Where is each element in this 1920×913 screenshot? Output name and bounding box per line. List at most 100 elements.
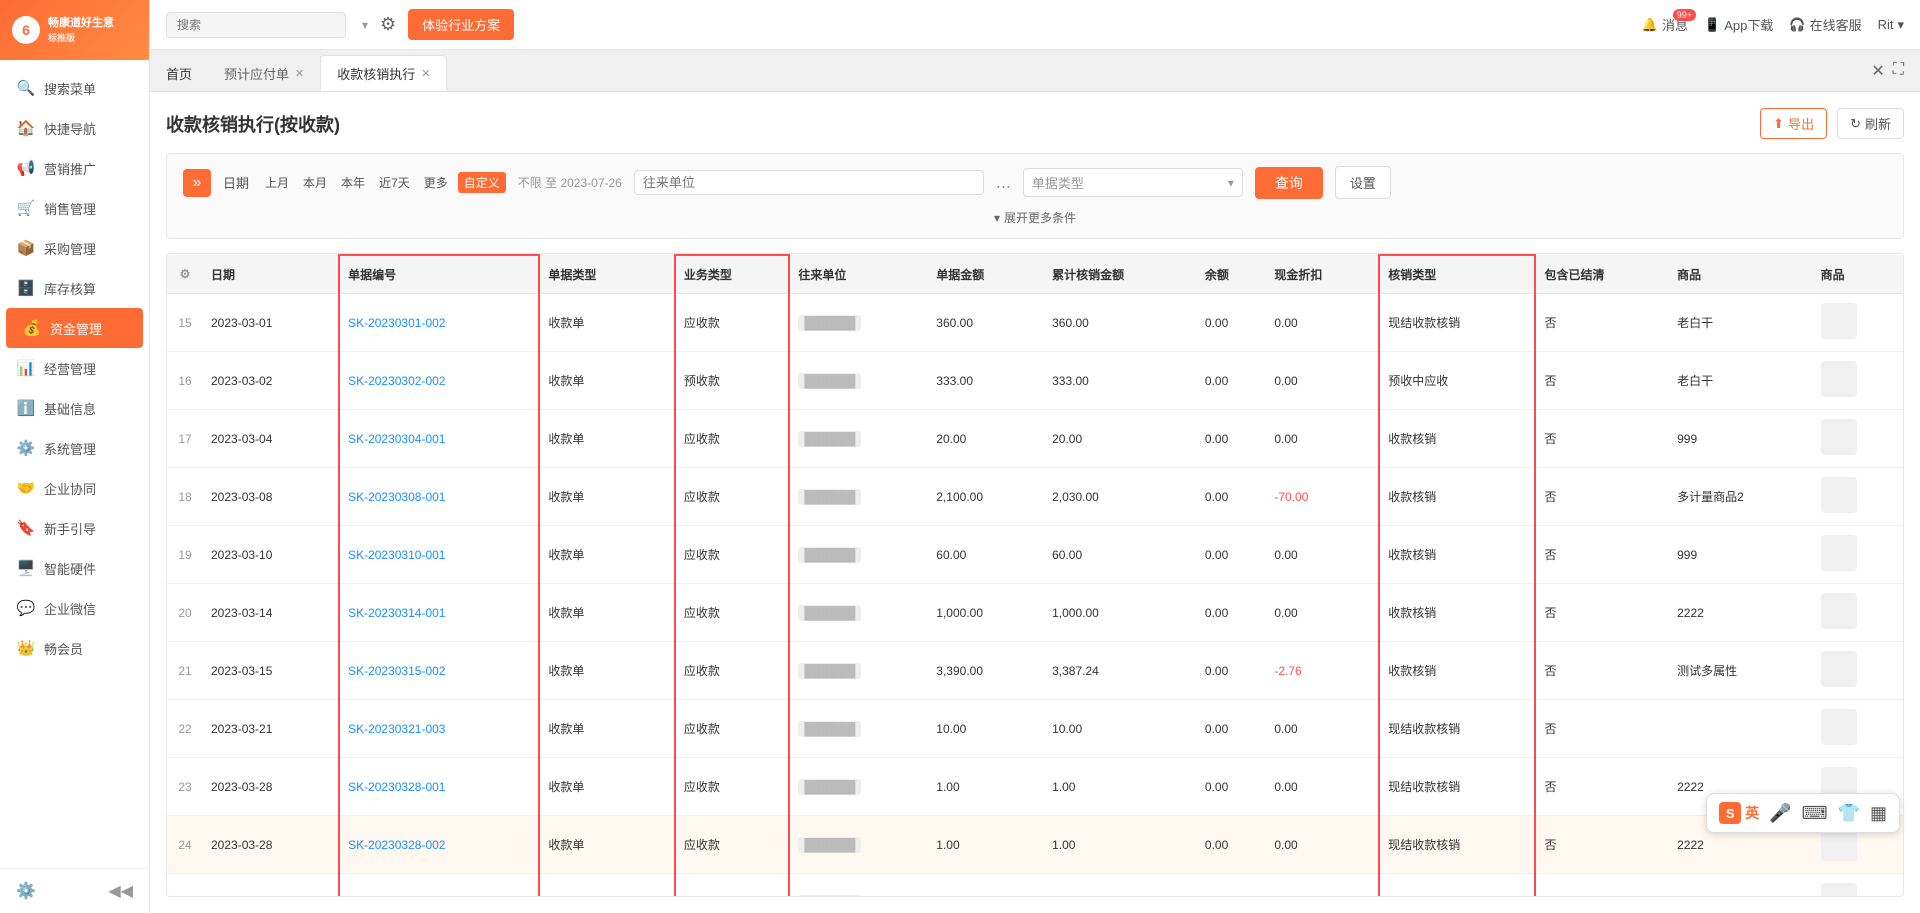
float-mic-icon[interactable]: 🎤 <box>1769 803 1791 824</box>
row-date: 2023-03-28 <box>203 758 339 816</box>
date-range: 不限 至 2023-07-26 <box>518 174 622 191</box>
float-keyboard-icon[interactable]: ⌨ <box>1802 803 1828 824</box>
bill-type-select[interactable]: 单据类型 ▾ <box>1023 168 1243 197</box>
bill-no-link[interactable]: SK-20230328-002 <box>348 838 445 852</box>
date-this-month[interactable]: 本月 <box>299 172 331 193</box>
search-input[interactable] <box>166 12 346 38</box>
row-product: 测试多属性 <box>1669 642 1813 700</box>
tab-expand-icon[interactable]: ⛶ <box>1893 61 1904 81</box>
tab-payable[interactable]: 预计应付单 ✕ <box>208 55 320 91</box>
row-writeoff: 3,387.24 <box>1044 642 1197 700</box>
sidebar-item-system[interactable]: ⚙️ 系统管理 <box>0 428 149 468</box>
sidebar-item-inventory[interactable]: 🗄️ 库存核算 <box>0 268 149 308</box>
row-amount: 1.00 <box>928 816 1044 874</box>
sidebar-item-label: 智能硬件 <box>44 559 96 578</box>
user-name: Rit <box>1878 17 1894 32</box>
more-conditions-icon[interactable]: ... <box>996 172 1011 193</box>
refresh-button[interactable]: ↻ 刷新 <box>1837 108 1904 139</box>
row-num: 22 <box>167 700 203 758</box>
row-num: 19 <box>167 526 203 584</box>
date-last-month[interactable]: 上月 <box>261 172 293 193</box>
bill-no-link[interactable]: SK-20230304-001 <box>348 432 445 446</box>
float-grid-icon[interactable]: ▦ <box>1870 803 1887 824</box>
message-item[interactable]: 🔔 消息 99+ <box>1642 15 1688 34</box>
sidebar-item-operations[interactable]: 📊 经营管理 <box>0 348 149 388</box>
row-amount: 360.00 <box>928 294 1044 352</box>
header-search-wrap <box>166 12 346 38</box>
tab-collection[interactable]: 收款核销执行 ✕ <box>320 55 447 91</box>
data-table-wrap: ⚙ 日期 单据编号 单据类型 业务类型 往来单位 单据金额 累计核销金额 余额 … <box>166 253 1904 897</box>
row-partner: ██████ <box>789 410 928 468</box>
bill-no-link[interactable]: SK-20230328-001 <box>348 780 445 794</box>
table-body: 15 2023-03-01 SK-20230301-002 收款单 应收款 ██… <box>167 294 1903 898</box>
col-writeoff-type: 核销类型 <box>1379 255 1535 294</box>
row-product: 多计量商品2 <box>1669 468 1813 526</box>
row-product2 <box>1813 874 1903 898</box>
tab-payable-close-icon[interactable]: ✕ <box>295 67 304 80</box>
row-writeoff: 360.00 <box>1044 294 1197 352</box>
app-download-item[interactable]: 📱 App下载 <box>1704 15 1773 34</box>
row-date: 2023-03-02 <box>203 352 339 410</box>
bill-no-link[interactable]: SK-20230310-001 <box>348 548 445 562</box>
date-custom[interactable]: 自定义 <box>458 172 506 193</box>
partner-input[interactable] <box>643 175 975 190</box>
expand-more-icon: ▾ <box>994 211 1000 225</box>
sidebar-item-wechat[interactable]: 💬 企业微信 <box>0 588 149 628</box>
partner-input-wrap <box>634 170 984 195</box>
bill-no-link[interactable]: SK-20230302-002 <box>348 374 445 388</box>
date-more[interactable]: 更多 <box>420 172 452 193</box>
filter-toggle-button[interactable]: » <box>183 169 211 197</box>
solution-button[interactable]: 体验行业方案 <box>408 9 514 40</box>
date-last-7days[interactable]: 近7天 <box>375 172 414 193</box>
sidebar-item-marketing[interactable]: 📢 营销推广 <box>0 148 149 188</box>
tab-close-icon[interactable]: ✕ <box>1871 61 1884 81</box>
row-product: 老白干 <box>1669 294 1813 352</box>
bill-no-link[interactable]: SK-20230315-002 <box>348 664 445 678</box>
settings-icon[interactable]: ⚙ <box>380 14 396 35</box>
bill-no-link[interactable]: SK-20230308-001 <box>348 490 445 504</box>
sidebar-item-device[interactable]: 🖥️ 智能硬件 <box>0 548 149 588</box>
settings-bottom-icon[interactable]: ⚙️ <box>16 881 36 901</box>
bill-no-link[interactable]: SK-20230321-003 <box>348 722 445 736</box>
col-settings[interactable]: ⚙ <box>167 255 203 294</box>
sidebar-item-finance[interactable]: 💰 资金管理 <box>6 308 143 348</box>
online-service-item[interactable]: 🎧 在线客服 <box>1789 15 1861 34</box>
col-biz-type: 业务类型 <box>675 255 790 294</box>
bill-no-link[interactable]: SK-20230331-002 <box>348 896 445 898</box>
collapse-icon[interactable]: ◀◀ <box>108 881 133 901</box>
tab-collection-close-icon[interactable]: ✕ <box>421 67 430 80</box>
query-button[interactable]: 查询 <box>1255 167 1323 199</box>
sidebar-item-member[interactable]: 👑 畅会员 <box>0 628 149 668</box>
sidebar-item-sales[interactable]: 🛒 销售管理 <box>0 188 149 228</box>
row-balance: 0.00 <box>1197 352 1266 410</box>
guide-icon: 🔖 <box>16 518 36 538</box>
sidebar: 6 畅康道好生意 标推版 🔍 搜索菜单 🏠 快捷导航 📢 营销推广 🛒 销售管理… <box>0 0 150 913</box>
row-balance: 0.00 <box>1197 700 1266 758</box>
sidebar-item-purchase[interactable]: 📦 采购管理 <box>0 228 149 268</box>
float-shirt-icon[interactable]: 👕 <box>1838 803 1860 824</box>
sidebar-item-coop[interactable]: 🤝 企业协同 <box>0 468 149 508</box>
table-row: 20 2023-03-14 SK-20230314-001 收款单 应收款 ██… <box>167 584 1903 642</box>
expand-more-button[interactable]: ▾ 展开更多条件 <box>994 209 1076 226</box>
user-item[interactable]: Rit ▾ <box>1878 17 1904 33</box>
row-writeoff-type: 现结收款核销 <box>1379 294 1535 352</box>
sidebar-item-search[interactable]: 🔍 搜索菜单 <box>0 68 149 108</box>
row-bill-type: 收款单 <box>539 410 674 468</box>
bill-no-link[interactable]: SK-20230314-001 <box>348 606 445 620</box>
float-logo-s: S <box>1719 802 1741 824</box>
row-biz-type: 应收款 <box>675 468 790 526</box>
filter-settings-button[interactable]: 设置 <box>1335 166 1391 199</box>
sidebar-item-label: 企业协同 <box>44 479 96 498</box>
table-row: 15 2023-03-01 SK-20230301-002 收款单 应收款 ██… <box>167 294 1903 352</box>
inventory-icon: 🗄️ <box>16 278 36 298</box>
sidebar-item-base[interactable]: ℹ️ 基础信息 <box>0 388 149 428</box>
sidebar-item-guide[interactable]: 🔖 新手引导 <box>0 508 149 548</box>
bill-no-link[interactable]: SK-20230301-002 <box>348 316 445 330</box>
row-partner: ██████ <box>789 294 928 352</box>
sidebar-item-quick[interactable]: 🏠 快捷导航 <box>0 108 149 148</box>
row-included: 否 <box>1535 758 1669 816</box>
row-amount: 10.00 <box>928 700 1044 758</box>
date-this-year[interactable]: 本年 <box>337 172 369 193</box>
export-button[interactable]: ⬆ 导出 <box>1760 108 1827 139</box>
tab-home[interactable]: 首页 <box>150 55 208 91</box>
